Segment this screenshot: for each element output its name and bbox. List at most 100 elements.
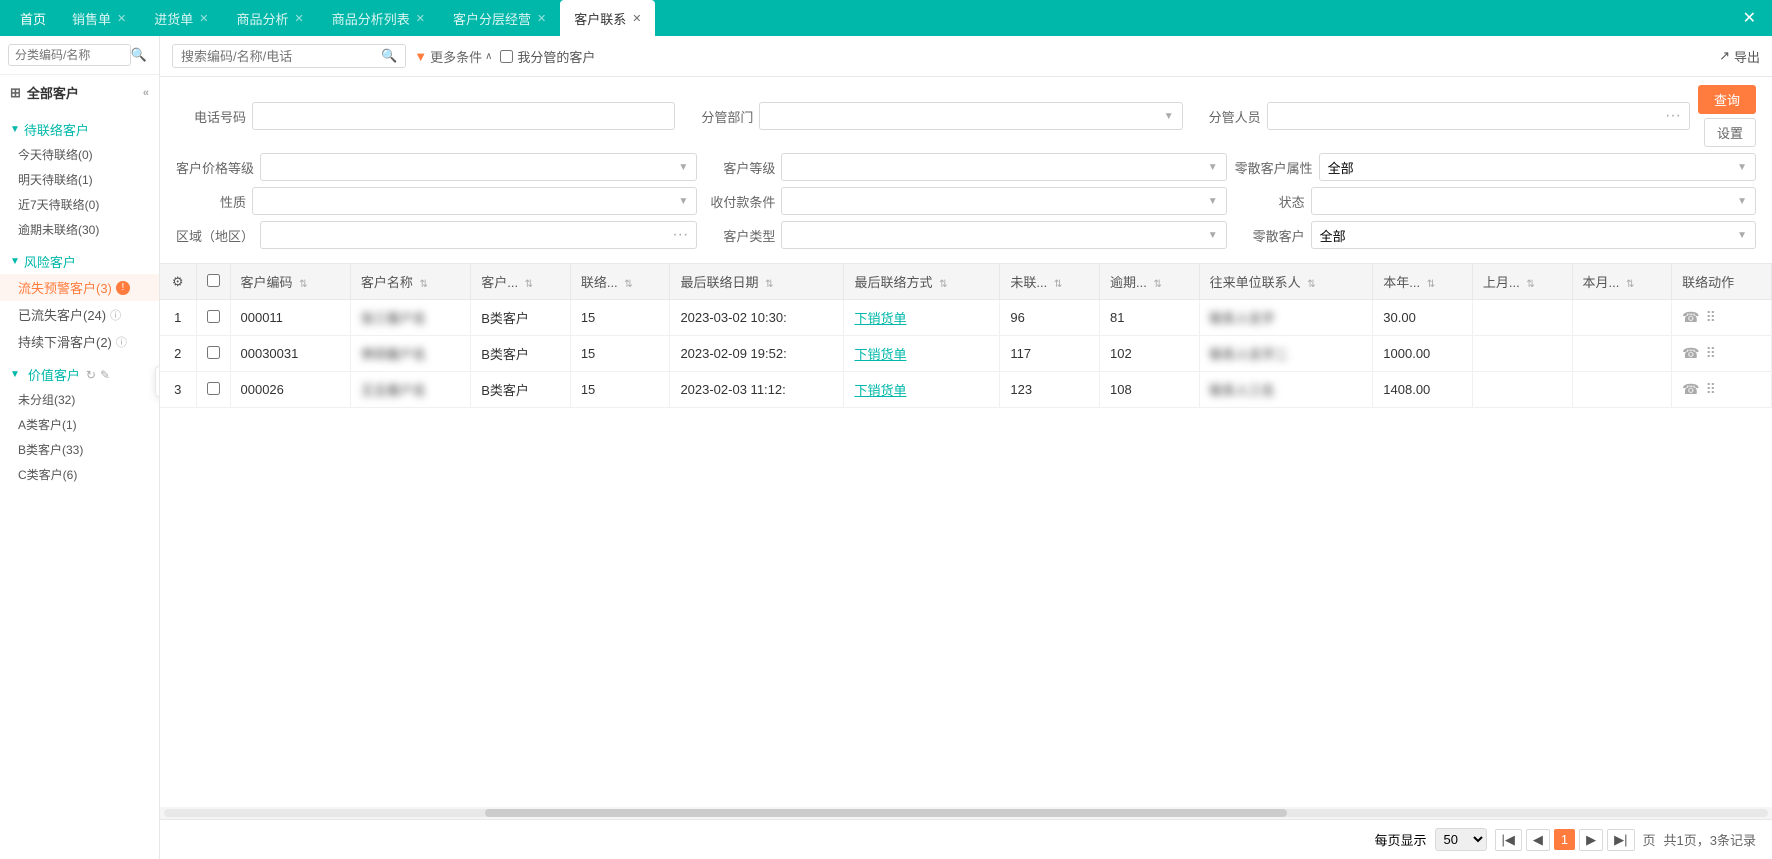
col-last-method[interactable]: 最后联络方式 ⇅ (844, 264, 1000, 300)
col-name[interactable]: 客户名称 ⇅ (350, 264, 470, 300)
filter-payment: 收付款条件 ▼ (705, 187, 1226, 215)
more-icon[interactable]: ··· (1665, 107, 1681, 125)
close-customer-layered-tab[interactable]: ✕ (537, 12, 546, 25)
sidebar-item-declining[interactable]: 持续下滑客户(2) ⓘ (0, 328, 159, 355)
col-this-month[interactable]: 本月... ⇅ (1572, 264, 1672, 300)
row-this-year-2: 1000.00 (1373, 336, 1473, 372)
col-last-date[interactable]: 最后联络日期 ⇅ (670, 264, 844, 300)
sidebar-item-today[interactable]: 今天待联络(0) (0, 142, 159, 167)
tab-product-analysis[interactable]: 商品分析 ✕ (222, 0, 317, 36)
horizontal-scrollbar[interactable] (160, 807, 1772, 819)
sidebar-item-class-c[interactable]: C类客户(6) (0, 462, 159, 487)
sidebar-item-tomorrow[interactable]: 明天待联络(1) (0, 167, 159, 192)
my-customer-checkbox[interactable]: 我分管的客户 (500, 47, 595, 66)
col-last-month[interactable]: 上月... ⇅ (1472, 264, 1572, 300)
sidebar-item-ungrouped[interactable]: 未分组(32) (0, 387, 159, 412)
sidebar-item-churned[interactable]: 已流失客户(24) ⓘ (0, 301, 159, 328)
query-button[interactable]: 查询 (1698, 85, 1756, 114)
action-more-icon-3[interactable]: ⠿ (1706, 381, 1716, 398)
current-page-button[interactable]: 1 (1554, 829, 1575, 850)
grade-select[interactable]: ▼ (781, 153, 1226, 181)
col-code[interactable]: 客户编码 ⇅ (230, 264, 350, 300)
tab-purchase[interactable]: 进货单 ✕ (140, 0, 222, 36)
filter-zero-customer: 零散客户 全部 ▼ (1235, 221, 1756, 249)
customer-type-select[interactable]: ▼ (781, 221, 1226, 249)
row-checkbox-3[interactable] (196, 372, 230, 408)
col-contact[interactable]: 联络... ⇅ (570, 264, 670, 300)
per-page-select[interactable]: 50 20 100 (1435, 828, 1487, 851)
sidebar-item-churn-warning[interactable]: 流失预警客户(3) ! (0, 274, 159, 301)
close-sales-tab[interactable]: ✕ (117, 12, 126, 25)
close-product-analysis-list-tab[interactable]: ✕ (416, 12, 425, 25)
zero-attr-select[interactable]: 全部 ▼ (1319, 153, 1756, 181)
more-conditions-button[interactable]: ▼ 更多条件 ∧ (414, 47, 492, 66)
col-checkbox[interactable] (196, 264, 230, 300)
col-contact-person[interactable]: 往来单位联系人 ⇅ (1199, 264, 1373, 300)
my-customer-check[interactable] (500, 50, 513, 63)
price-grade-select[interactable]: ▼ (260, 153, 697, 181)
first-page-button[interactable]: |◀ (1495, 829, 1522, 851)
row-index-3: 3 (160, 372, 196, 408)
zero-attr-arrow: ▼ (1737, 162, 1747, 173)
area-select[interactable]: ··· (260, 221, 697, 249)
method-link-2[interactable]: 下销货单 (854, 347, 906, 362)
action-more-icon-2[interactable]: ⠿ (1706, 345, 1716, 362)
col-not-contact[interactable]: 未联... ⇅ (1000, 264, 1100, 300)
col-type[interactable]: 客户... ⇅ (471, 264, 571, 300)
action-more-icon-1[interactable]: ⠿ (1706, 309, 1716, 326)
prev-page-button[interactable]: ◀ (1526, 829, 1550, 851)
close-product-analysis-tab[interactable]: ✕ (295, 12, 304, 25)
tab-sales[interactable]: 销售单 ✕ (58, 0, 140, 36)
payment-select[interactable]: ▼ (781, 187, 1226, 215)
tab-product-analysis-list[interactable]: 商品分析列表 ✕ (318, 0, 439, 36)
nature-select[interactable]: ▼ (252, 187, 697, 215)
sidebar-group-value-title[interactable]: ▼ 价值客户 ↻ ✎ (0, 359, 159, 387)
sort-icon-name: ⇅ (419, 279, 427, 290)
select-all-checkbox[interactable] (207, 274, 220, 287)
action-phone-icon-3[interactable]: ☎ (1682, 381, 1699, 398)
export-button[interactable]: ↗ 导出 (1719, 47, 1760, 66)
area-more-icon[interactable]: ··· (672, 226, 688, 244)
col-settings[interactable]: ⚙ (160, 264, 196, 300)
sidebar-item-class-a[interactable]: A类客户(1) (0, 412, 159, 437)
method-link-1[interactable]: 下销货单 (854, 311, 906, 326)
grade-label: 客户等级 (705, 158, 775, 177)
row-checkbox-1[interactable] (196, 300, 230, 336)
search-button[interactable]: 🔍 (381, 48, 397, 64)
close-customer-contact-tab[interactable]: ✕ (632, 12, 641, 25)
action-phone-icon-2[interactable]: ☎ (1682, 345, 1699, 362)
scrollbar-thumb[interactable] (485, 809, 1287, 817)
sidebar-item-class-b[interactable]: B类客户(33) (0, 437, 159, 462)
method-link-3[interactable]: 下销货单 (854, 383, 906, 398)
settings-button[interactable]: 设置 (1704, 118, 1756, 147)
sidebar-group-pending-title[interactable]: ▼ 待联络客户 (0, 114, 159, 142)
person-select[interactable]: ··· (1267, 102, 1690, 130)
last-page-button[interactable]: ▶| (1607, 829, 1634, 851)
search-input[interactable] (181, 49, 381, 64)
close-purchase-tab[interactable]: ✕ (199, 12, 208, 25)
refresh-icon[interactable]: ↻ (86, 368, 96, 382)
col-this-year[interactable]: 本年... ⇅ (1373, 264, 1473, 300)
row-last-month-2 (1472, 336, 1572, 372)
tab-customer-contact[interactable]: 客户联系 ✕ (560, 0, 655, 36)
action-phone-icon-1[interactable]: ☎ (1682, 309, 1699, 326)
col-overdue[interactable]: 逾期... ⇅ (1099, 264, 1199, 300)
dept-select[interactable]: ▼ (759, 102, 1182, 130)
sidebar-all-customers[interactable]: ⊞ 全部客户 « (0, 75, 159, 110)
sidebar-search-input[interactable] (8, 44, 131, 66)
zero-customer-select[interactable]: 全部 ▼ (1311, 221, 1756, 249)
status-select[interactable]: ▼ (1311, 187, 1756, 215)
phone-input[interactable] (252, 102, 675, 130)
sidebar-item-overdue[interactable]: 逾期未联络(30) (0, 217, 159, 242)
tab-customer-layered[interactable]: 客户分层经营 ✕ (439, 0, 560, 36)
row-action-1: ☎ ⠿ (1672, 300, 1772, 336)
row-checkbox-2[interactable] (196, 336, 230, 372)
sidebar-item-7days[interactable]: 近7天待联络(0) (0, 192, 159, 217)
next-page-button[interactable]: ▶ (1579, 829, 1603, 851)
filter-nature: 性质 ▼ (176, 187, 697, 215)
sidebar-collapse-btn[interactable]: « (143, 87, 149, 99)
edit-icon[interactable]: ✎ (100, 368, 110, 382)
window-close-button[interactable]: ✕ (1735, 8, 1764, 28)
tab-home[interactable]: 首页 (8, 9, 58, 28)
sidebar-group-risk-title[interactable]: ▼ 风险客户 (0, 246, 159, 274)
